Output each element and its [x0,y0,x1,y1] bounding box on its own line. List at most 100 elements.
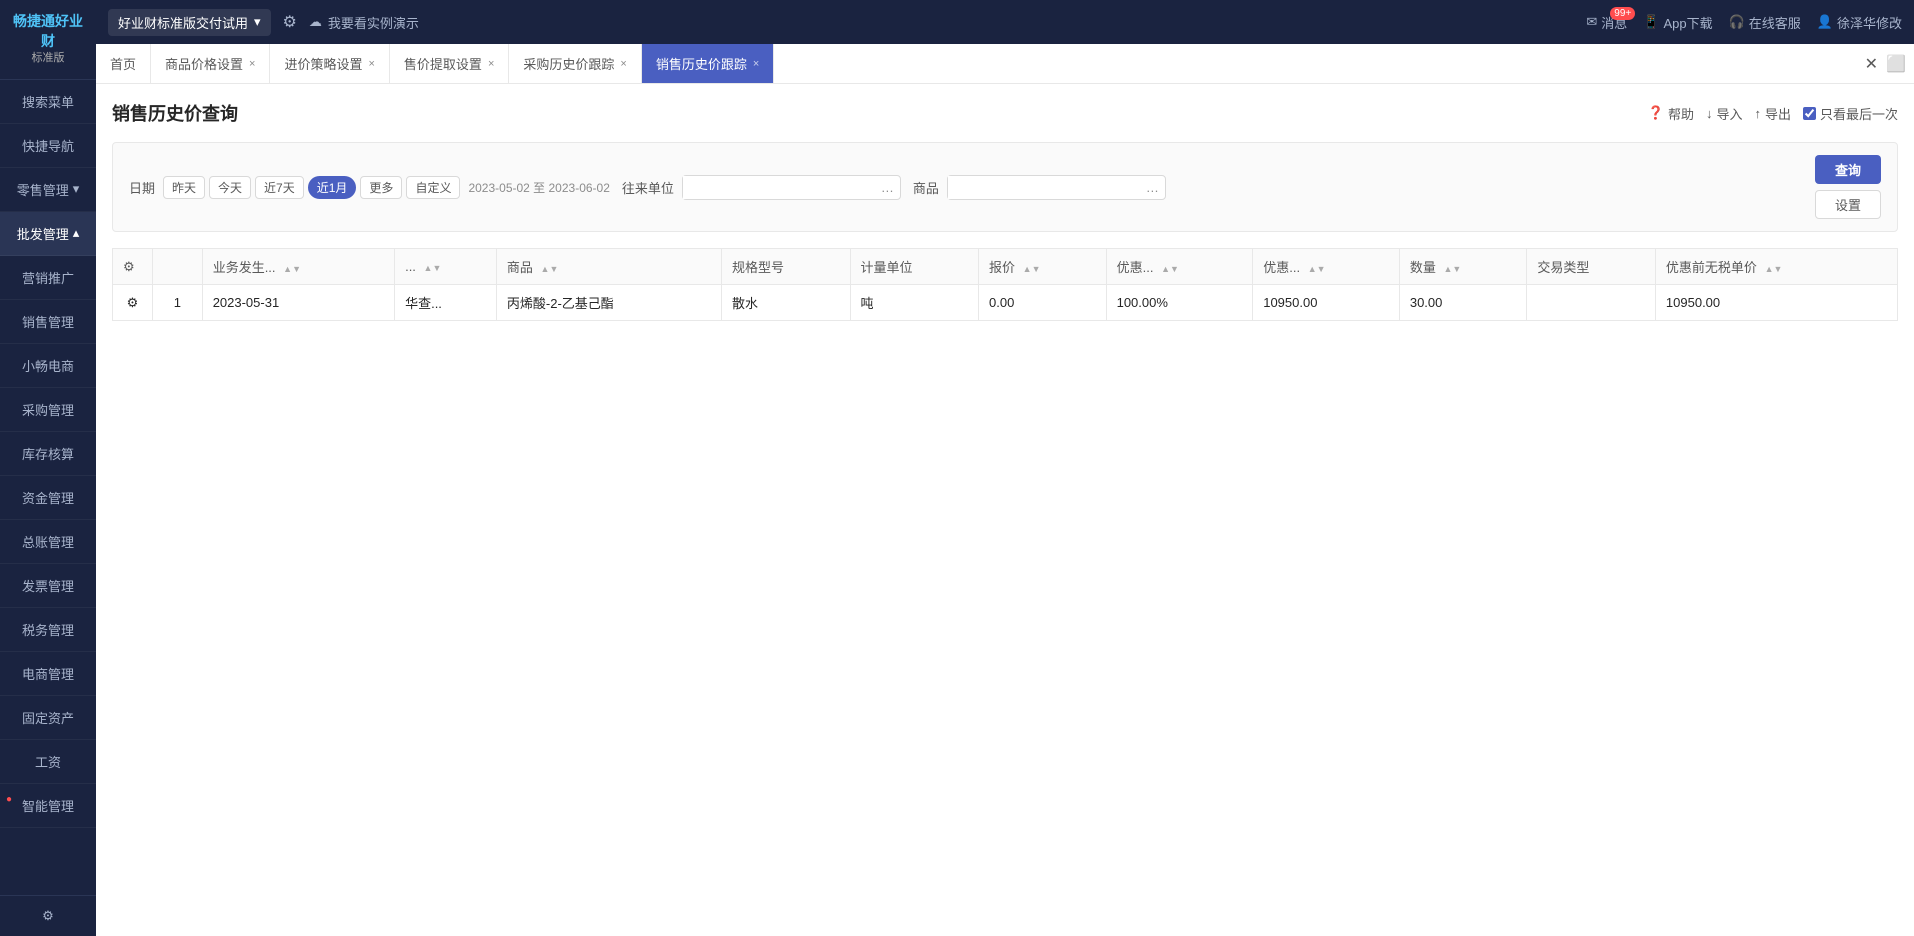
sidebar-item-ledger[interactable]: 总账管理 [0,520,96,564]
table-row[interactable]: ⚙ 1 2023-05-31 华查... 丙烯酸-2-乙基己酯 散水 吨 0.0… [113,285,1898,321]
sidebar-item-sales[interactable]: 销售管理 [0,300,96,344]
col-price[interactable]: 报价 ▲▼ [979,249,1107,285]
date-btn-custom[interactable]: 自定义 [406,176,460,199]
table-header-row: ⚙ 业务发生... ▲▼ ... ▲▼ 商品 ▲▼ 规格型号 [113,249,1898,285]
tab-home[interactable]: 首页 [96,44,151,84]
row-discount-rate: 100.00% [1106,285,1253,321]
row-trade-type [1527,285,1656,321]
user-profile-button[interactable]: 👤 徐泽华修改 [1817,13,1902,32]
phone-icon: 📱 [1643,14,1659,30]
wholesale-arrow-icon: ▴ [73,225,80,241]
message-button[interactable]: ✉ 消息 99+ [1586,13,1627,32]
sidebar-item-search[interactable]: 搜索菜单 [0,80,96,124]
sidebar-logo: 畅捷通好业财 标准版 [0,0,96,80]
app-download-button[interactable]: 📱 App下载 [1643,13,1712,32]
last-only-checkbox-label[interactable]: 只看最后一次 [1803,104,1898,123]
sidebar-item-wholesale[interactable]: 批发管理 ▴ [0,212,96,256]
product-filter-label: 商品 [913,178,939,197]
row-date: 2023-05-31 [202,285,394,321]
date-btn-1month[interactable]: 近1月 [308,176,357,199]
date-btn-7days[interactable]: 近7天 [255,176,304,199]
row-pretax-price: 10950.00 [1655,285,1897,321]
tab-purchase-history-close[interactable]: × [620,58,626,70]
topbar-settings-icon[interactable]: ⚙ [283,12,297,32]
col-pretax-price[interactable]: 优惠前无税单价 ▲▼ [1655,249,1897,285]
date-btn-today[interactable]: 今天 [209,176,251,199]
demo-link[interactable]: ☁ 我要看实例演示 [309,13,419,32]
col-product[interactable]: 商品 ▲▼ [496,249,721,285]
tab-sales-history[interactable]: 销售历史价跟踪 × [642,44,774,84]
supplier-search-icon[interactable]: … [875,176,900,199]
demo-label: 我要看实例演示 [328,13,419,32]
message-badge: 99+ [1610,7,1635,20]
tab-product-price-close[interactable]: × [249,58,255,70]
export-label: 导出 [1765,104,1791,123]
headset-icon: 🎧 [1729,14,1745,30]
row-num: 1 [153,285,203,321]
date-btn-more[interactable]: 更多 [360,176,402,199]
tab-purchase-strategy-label: 进价策略设置 [284,54,362,73]
app-download-label: App下载 [1663,13,1712,32]
tab-close-button[interactable]: ✕ [1865,54,1878,74]
tab-home-label: 首页 [110,54,136,73]
sidebar-settings-button[interactable]: ⚙ [0,895,96,936]
sidebar-item-assets[interactable]: 固定资产 [0,696,96,740]
sidebar-item-retail[interactable]: 零售管理 ▾ [0,168,96,212]
col-discount-price[interactable]: 优惠... ▲▼ [1253,249,1400,285]
help-link[interactable]: ❓ 帮助 [1648,104,1694,123]
col-pretax-price-label: 优惠前无税单价 [1666,260,1757,275]
row-spec: 散水 [722,285,851,321]
col-date[interactable]: 业务发生... ▲▼ [202,249,394,285]
online-service-button[interactable]: 🎧 在线客服 [1729,13,1801,32]
sidebar-item-nav[interactable]: 快捷导航 [0,124,96,168]
col-discount-rate[interactable]: 优惠... ▲▼ [1106,249,1253,285]
row-settings[interactable]: ⚙ [113,285,153,321]
tab-bar: 首页 商品价格设置 × 进价策略设置 × 售价提取设置 × 采购历史价跟踪 × … [96,44,1914,84]
avatar-icon: 👤 [1817,14,1833,30]
col-date-sort-icon: ▲▼ [283,264,301,274]
supplier-input[interactable] [683,176,875,199]
sidebar-item-ecom2[interactable]: 电商管理 [0,652,96,696]
import-link[interactable]: ↓ 导入 [1706,104,1743,123]
cloud-icon: ☁ [309,14,322,30]
sidebar-item-ecommerce[interactable]: 小畅电商 [0,344,96,388]
query-button[interactable]: 查询 [1815,155,1881,184]
date-filter-label: 日期 [129,178,155,197]
tab-expand-button[interactable]: ⬜ [1886,54,1906,74]
row-unit: 吨 [850,285,979,321]
export-link[interactable]: ↑ 导出 [1754,104,1791,123]
tab-purchase-strategy-close[interactable]: × [368,58,374,70]
tab-purchase-strategy[interactable]: 进价策略设置 × [270,44,389,84]
sidebar-item-inventory[interactable]: 库存核算 [0,432,96,476]
sidebar-item-purchase[interactable]: 采购管理 [0,388,96,432]
tab-product-price[interactable]: 商品价格设置 × [151,44,270,84]
col-quantity[interactable]: 数量 ▲▼ [1399,249,1527,285]
tab-price-extract[interactable]: 售价提取设置 × [390,44,509,84]
product-input[interactable] [948,176,1140,199]
product-filter-group: 商品 … [913,175,1166,200]
col-pretax-price-sort-icon: ▲▼ [1765,264,1783,274]
date-btn-yesterday[interactable]: 昨天 [163,176,205,199]
last-only-checkbox[interactable] [1803,107,1816,120]
col-date-label: 业务发生... [213,260,276,275]
version-selector[interactable]: 好业财标准版交付试用 ▾ [108,9,271,36]
sidebar-item-salary[interactable]: 工资 [0,740,96,784]
col-settings[interactable]: ⚙ [113,249,153,285]
supplier-filter-label: 往来单位 [622,178,674,197]
sidebar-item-invoice[interactable]: 发票管理 [0,564,96,608]
sidebar-item-wholesale-label: 批发管理 [17,224,69,243]
sidebar-item-tax[interactable]: 税务管理 [0,608,96,652]
col-extra[interactable]: ... ▲▼ [395,249,497,285]
user-name: 徐泽华修改 [1837,13,1902,32]
product-search-icon[interactable]: … [1140,176,1165,199]
sidebar-item-ai[interactable]: 智能管理 [0,784,96,828]
tab-price-extract-close[interactable]: × [488,58,494,70]
col-unit: 计量单位 [850,249,979,285]
sidebar-item-finance[interactable]: 资金管理 [0,476,96,520]
tab-purchase-history[interactable]: 采购历史价跟踪 × [509,44,641,84]
settings-button[interactable]: 设置 [1815,190,1881,219]
tab-sales-history-close[interactable]: × [753,58,759,70]
product-input-wrap: … [947,175,1166,200]
tab-controls: ✕ ⬜ [1857,54,1914,74]
sidebar-item-marketing[interactable]: 营销推广 [0,256,96,300]
